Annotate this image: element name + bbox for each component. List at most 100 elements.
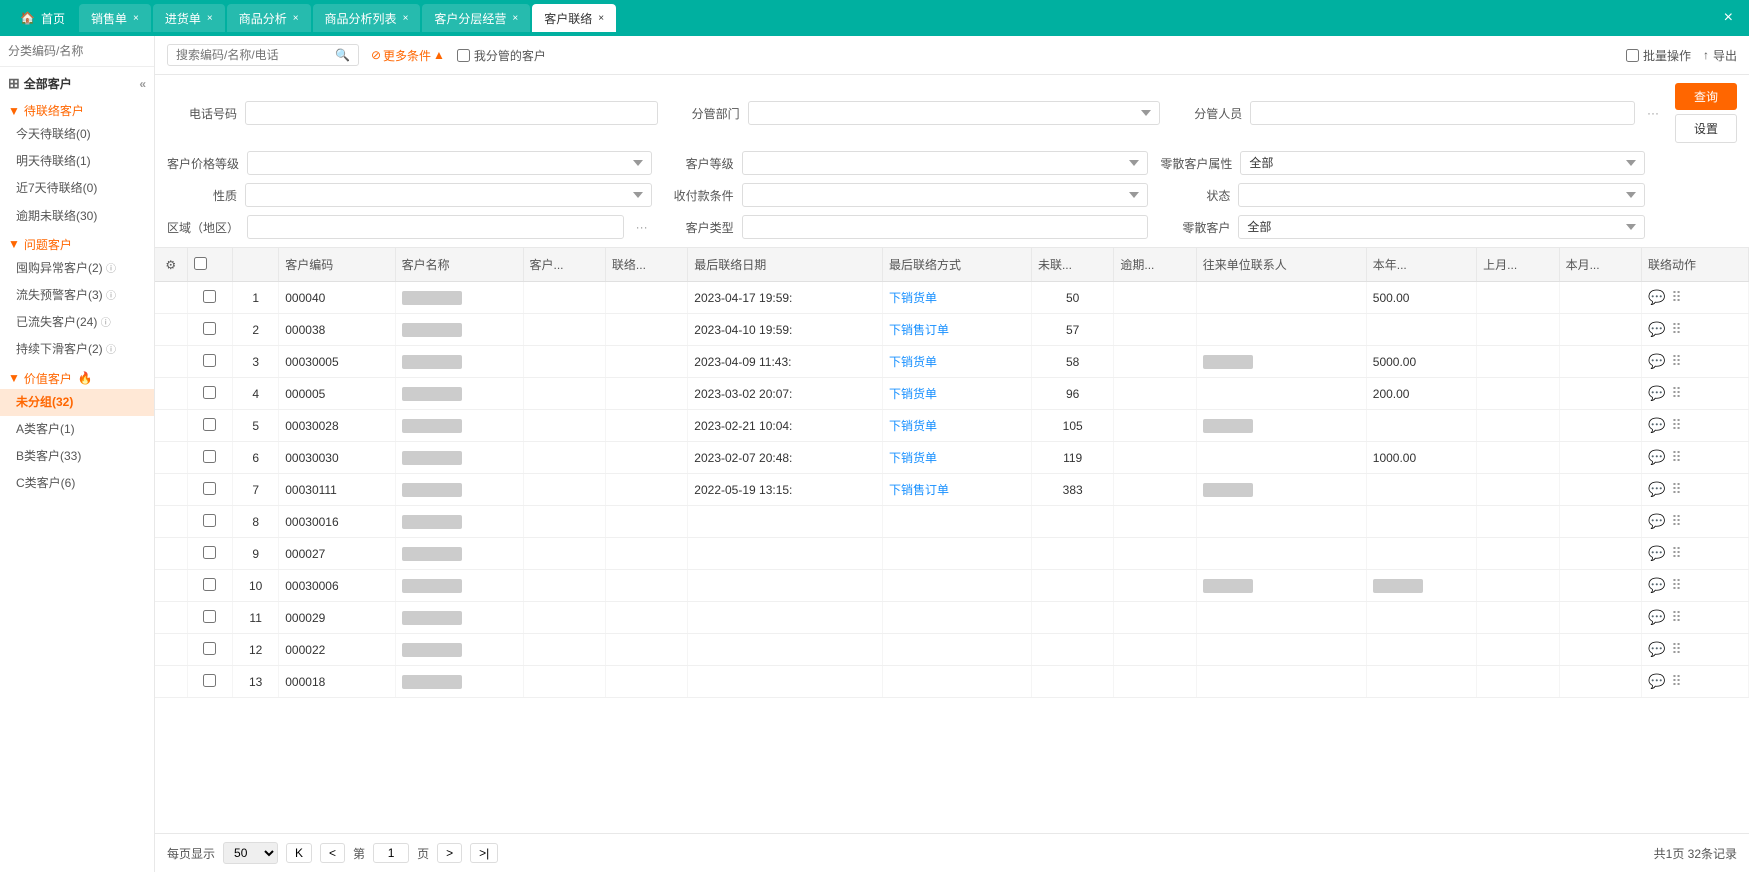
sidebar-item-churn-warning[interactable]: 流失预警客户(3) ⓘ xyxy=(0,282,154,309)
th-counterpart[interactable]: 往来单位联系人 xyxy=(1196,248,1366,282)
contact-method-link[interactable]: 下销货单 xyxy=(889,355,937,369)
contact-icon[interactable]: 💬 xyxy=(1648,481,1665,498)
more-action-icon[interactable]: ⠿ xyxy=(1671,577,1681,594)
row-checkbox[interactable] xyxy=(203,578,216,591)
row-checkbox[interactable] xyxy=(203,450,216,463)
contact-icon[interactable]: 💬 xyxy=(1648,545,1665,562)
sidebar-item-overdue[interactable]: 逾期未联络(30) xyxy=(0,203,154,230)
th-no-contact[interactable]: 未联... xyxy=(1031,248,1113,282)
contact-icon[interactable]: 💬 xyxy=(1648,385,1665,402)
sidebar-item-class-a[interactable]: A类客户(1) xyxy=(0,416,154,443)
page-number-input[interactable] xyxy=(373,843,409,863)
contact-icon[interactable]: 💬 xyxy=(1648,577,1665,594)
close-product-analysis-icon[interactable]: × xyxy=(293,13,299,24)
td-checkbox[interactable] xyxy=(187,282,233,314)
th-this-month[interactable]: 本月... xyxy=(1559,248,1641,282)
contact-icon[interactable]: 💬 xyxy=(1648,513,1665,530)
filter-search-icon[interactable]: 🔍 xyxy=(335,48,350,62)
collapse-button[interactable]: « xyxy=(139,77,146,91)
td-checkbox[interactable] xyxy=(187,602,233,634)
more-action-icon[interactable]: ⠿ xyxy=(1671,353,1681,370)
filter-nature-select[interactable] xyxy=(245,183,652,207)
td-checkbox[interactable] xyxy=(187,506,233,538)
td-checkbox[interactable] xyxy=(187,442,233,474)
td-checkbox[interactable] xyxy=(187,634,233,666)
nav-tab-sales[interactable]: 销售单 × xyxy=(79,4,151,32)
select-all-checkbox[interactable] xyxy=(194,257,207,270)
td-checkbox[interactable] xyxy=(187,538,233,570)
sidebar-item-class-c[interactable]: C类客户(6) xyxy=(0,470,154,497)
contact-method-link[interactable]: 下销货单 xyxy=(889,451,937,465)
filter-phone-input[interactable] xyxy=(245,101,658,125)
td-checkbox[interactable] xyxy=(187,314,233,346)
row-checkbox[interactable] xyxy=(203,610,216,623)
nav-tab-product-analysis[interactable]: 商品分析 × xyxy=(227,4,311,32)
nav-tab-product-analysis-list[interactable]: 商品分析列表 × xyxy=(313,4,421,32)
close-product-analysis-list-icon[interactable]: × xyxy=(403,13,409,24)
more-action-icon[interactable]: ⠿ xyxy=(1671,385,1681,402)
batch-checkbox[interactable] xyxy=(1626,49,1639,62)
sidebar-search[interactable]: 🔍 xyxy=(0,36,154,67)
first-page-button[interactable]: K xyxy=(286,843,312,863)
batch-operation-button[interactable]: 批量操作 xyxy=(1626,47,1691,64)
contact-method-link[interactable]: 下销售订单 xyxy=(889,323,949,337)
sidebar-item-ungrouped[interactable]: 未分组(32) xyxy=(0,389,154,416)
more-action-icon[interactable]: ⠿ xyxy=(1671,641,1681,658)
more-action-icon[interactable]: ⠿ xyxy=(1671,417,1681,434)
contact-icon[interactable]: 💬 xyxy=(1648,289,1665,306)
td-checkbox[interactable] xyxy=(187,570,233,602)
sidebar-item-today[interactable]: 今天待联络(0) xyxy=(0,121,154,148)
filter-region-more[interactable]: ··· xyxy=(632,216,652,238)
contact-icon[interactable]: 💬 xyxy=(1648,417,1665,434)
reset-button[interactable]: 设置 xyxy=(1675,114,1737,143)
contact-icon[interactable]: 💬 xyxy=(1648,609,1665,626)
nav-tab-customer-contact[interactable]: 客户联络 × xyxy=(532,4,616,32)
more-action-icon[interactable]: ⠿ xyxy=(1671,673,1681,690)
more-action-icon[interactable]: ⠿ xyxy=(1671,289,1681,306)
contact-method-link[interactable]: 下销售订单 xyxy=(889,483,949,497)
more-action-icon[interactable]: ⠿ xyxy=(1671,545,1681,562)
more-action-icon[interactable]: ⠿ xyxy=(1671,609,1681,626)
close-customer-contact-icon[interactable]: × xyxy=(598,13,604,24)
close-customer-segment-icon[interactable]: × xyxy=(512,13,518,24)
contact-icon[interactable]: 💬 xyxy=(1648,673,1665,690)
td-checkbox[interactable] xyxy=(187,474,233,506)
nav-tab-purchase[interactable]: 进货单 × xyxy=(153,4,225,32)
td-checkbox[interactable] xyxy=(187,410,233,442)
th-last-contact-method[interactable]: 最后联络方式 xyxy=(882,248,1031,282)
filter-dept-select[interactable] xyxy=(748,101,1161,125)
row-checkbox[interactable] xyxy=(203,290,216,303)
th-setting[interactable]: ⚙ xyxy=(155,248,187,282)
group-problem-customers[interactable]: ▼ 问题客户 xyxy=(0,230,154,255)
group-value-customers[interactable]: ▼ 价值客户 🔥 xyxy=(0,364,154,389)
row-checkbox[interactable] xyxy=(203,482,216,495)
row-checkbox[interactable] xyxy=(203,642,216,655)
contact-icon[interactable]: 💬 xyxy=(1648,449,1665,466)
filter-customer-level-select[interactable] xyxy=(742,151,1149,175)
sidebar-item-class-b[interactable]: B类客户(33) xyxy=(0,443,154,470)
th-overdue[interactable]: 逾期... xyxy=(1114,248,1196,282)
more-action-icon[interactable]: ⠿ xyxy=(1671,481,1681,498)
row-checkbox[interactable] xyxy=(203,674,216,687)
more-action-icon[interactable]: ⠿ xyxy=(1671,513,1681,530)
row-checkbox[interactable] xyxy=(203,386,216,399)
td-checkbox[interactable] xyxy=(187,378,233,410)
filter-manager-input[interactable] xyxy=(1250,101,1635,125)
more-action-icon[interactable]: ⠿ xyxy=(1671,449,1681,466)
row-checkbox[interactable] xyxy=(203,418,216,431)
filter-status-select[interactable] xyxy=(1238,183,1645,207)
filter-region-input[interactable] xyxy=(247,215,624,239)
th-customer-code[interactable]: 客户编码 xyxy=(279,248,395,282)
prev-page-button[interactable]: < xyxy=(320,843,345,863)
th-checkbox[interactable] xyxy=(187,248,233,282)
sidebar-item-hoarding[interactable]: 囤购异常客户(2) ⓘ xyxy=(0,255,154,282)
row-checkbox[interactable] xyxy=(203,546,216,559)
filter-manager-more[interactable]: ··· xyxy=(1643,102,1663,124)
contact-icon[interactable]: 💬 xyxy=(1648,321,1665,338)
filter-retail-attr-select[interactable]: 全部 xyxy=(1240,151,1645,175)
close-all-button[interactable]: × xyxy=(1716,9,1741,27)
contact-method-link[interactable]: 下销货单 xyxy=(889,387,937,401)
query-button[interactable]: 查询 xyxy=(1675,83,1737,110)
next-page-button[interactable]: > xyxy=(437,843,462,863)
close-sales-icon[interactable]: × xyxy=(133,13,139,24)
